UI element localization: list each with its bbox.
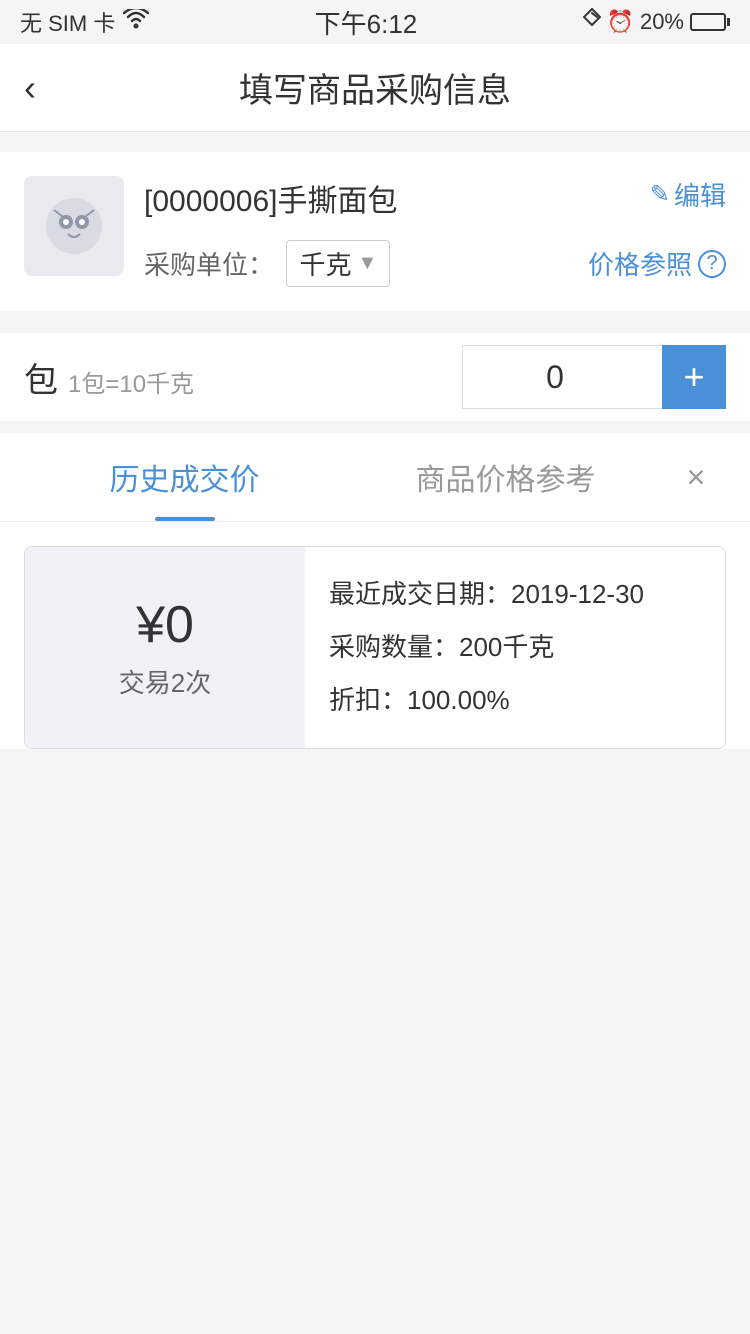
status-right: ⏰ 20% <box>583 8 730 36</box>
unit-label-group: 采购单位： 千克 ▼ <box>144 240 390 287</box>
section-divider-1 <box>0 311 750 331</box>
status-bar: 无 SIM 卡 下午6:12 ⏰ 20% <box>0 0 750 44</box>
transaction-left: ¥0 交易2次 <box>25 547 305 748</box>
discount-item: 折扣：100.00% <box>329 681 701 720</box>
battery-percentage: 20% <box>640 9 684 35</box>
unit-label: 采购单位： <box>144 250 274 280</box>
tab-indicator <box>155 517 215 521</box>
product-header: [0000006]手撕面包 ✎ 编辑 <box>144 176 726 220</box>
unit-value: 千克 <box>299 245 351 282</box>
tab-price-ref[interactable]: 商品价格参考 <box>345 433 666 521</box>
recent-date-item: 最近成交日期：2019-12-30 <box>329 575 701 614</box>
price-ref-button[interactable]: 价格参照 ? <box>588 245 726 282</box>
quantity-label: 采购数量： <box>329 632 459 662</box>
page-title: 填写商品采购信息 <box>239 63 511 112</box>
edit-icon: ✎ <box>650 180 670 209</box>
quantity-unit-hint: 1包=10千克 <box>68 364 194 399</box>
quantity-input[interactable] <box>462 345 662 409</box>
product-info: [0000006]手撕面包 ✎ 编辑 采购单位： 千克 ▼ 价格参照 ? <box>144 176 726 287</box>
status-left: 无 SIM 卡 <box>20 6 149 38</box>
price-symbol: ¥ <box>136 596 165 654</box>
carrier-text: 无 SIM 卡 <box>20 6 115 38</box>
battery-icon <box>690 13 730 31</box>
location-icon <box>583 8 601 36</box>
quantity-detail-value: 200千克 <box>459 632 554 662</box>
alarm-icon: ⏰ <box>607 9 634 35</box>
quantity-input-group: + <box>462 345 726 409</box>
product-unit-row: 采购单位： 千克 ▼ 价格参照 ? <box>144 240 726 287</box>
transaction-right: 最近成交日期：2019-12-30 采购数量：200千克 折扣：100.00% <box>305 547 725 748</box>
tab-history-label: 历史成交价 <box>110 455 260 499</box>
unit-select[interactable]: 千克 ▼ <box>286 240 390 287</box>
tab-history-price[interactable]: 历史成交价 <box>24 433 345 521</box>
recent-date-value: 2019-12-30 <box>511 579 644 609</box>
quantity-item: 采购数量：200千克 <box>329 628 701 667</box>
tab-close-button[interactable]: × <box>666 433 726 521</box>
dropdown-arrow-icon: ▼ <box>357 252 377 275</box>
quantity-plus-button[interactable]: + <box>662 345 726 409</box>
back-button[interactable]: ‹ <box>24 67 36 109</box>
price-ref-label: 价格参照 <box>588 245 692 282</box>
tabs: 历史成交价 商品价格参考 × <box>0 433 750 522</box>
bottom-panel: 历史成交价 商品价格参考 × ¥0 交易2次 最近成交日期：2019-12-30… <box>0 433 750 749</box>
quantity-label-group: 包 1包=10千克 <box>24 353 194 402</box>
quantity-section: 包 1包=10千克 + <box>0 333 750 421</box>
info-icon: ? <box>698 250 726 278</box>
tab-price-ref-label: 商品价格参考 <box>416 455 596 499</box>
discount-label: 折扣： <box>329 685 407 715</box>
transaction-card: ¥0 交易2次 最近成交日期：2019-12-30 采购数量：200千克 折扣：… <box>24 546 726 749</box>
edit-button[interactable]: ✎ 编辑 <box>650 176 726 213</box>
nav-bar: ‹ 填写商品采购信息 <box>0 44 750 132</box>
transaction-price: ¥0 <box>136 595 194 655</box>
transaction-count: 交易2次 <box>119 663 211 700</box>
product-image <box>24 176 124 276</box>
discount-value: 100.00% <box>407 685 510 715</box>
wifi-icon <box>123 9 149 35</box>
recent-date-label: 最近成交日期： <box>329 579 511 609</box>
price-value: 0 <box>165 596 194 654</box>
status-time: 下午6:12 <box>315 4 418 41</box>
product-section: [0000006]手撕面包 ✎ 编辑 采购单位： 千克 ▼ 价格参照 ? <box>0 152 750 311</box>
quantity-unit-name: 包 <box>24 353 58 402</box>
product-name: [0000006]手撕面包 <box>144 176 397 220</box>
